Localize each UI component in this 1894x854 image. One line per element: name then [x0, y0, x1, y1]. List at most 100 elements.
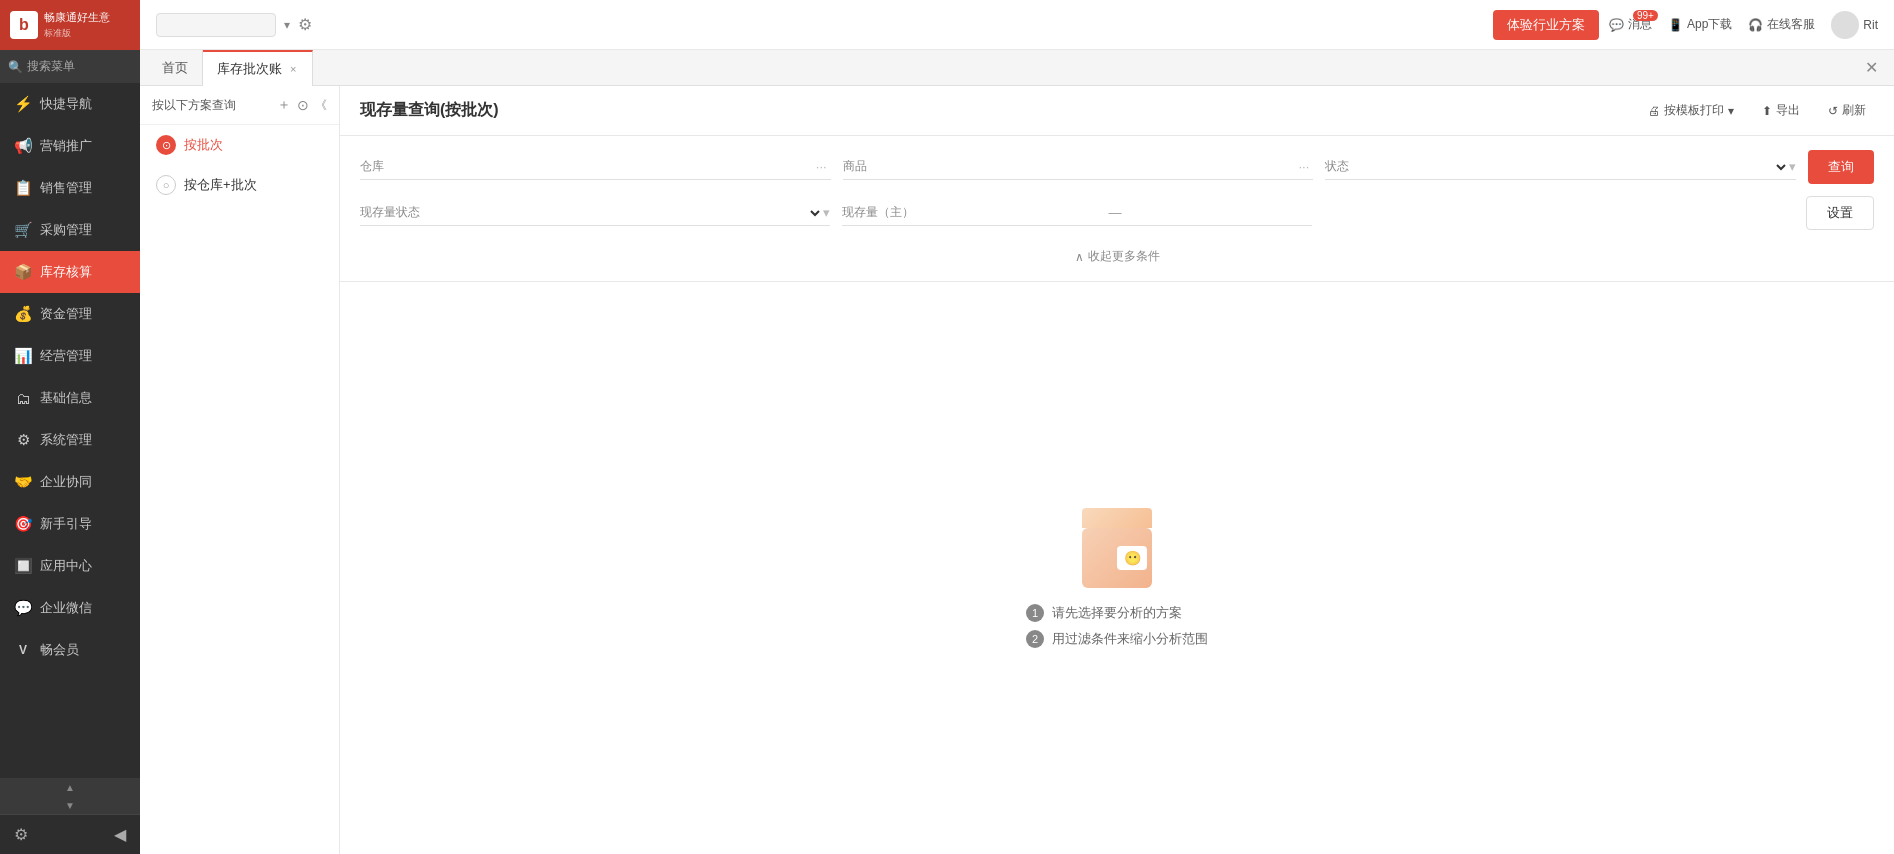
topbar-dropdown-icon[interactable]: ▾: [284, 18, 290, 32]
sidebar-item-label: 新手引导: [40, 515, 92, 533]
online-service-label: 在线客服: [1767, 16, 1815, 33]
settings-btn[interactable]: 设置: [1806, 196, 1874, 230]
status-select[interactable]: [1353, 159, 1789, 175]
newbie-icon: 🎯: [14, 515, 32, 533]
export-btn[interactable]: ⬆ 导出: [1754, 98, 1808, 123]
inventory-qty-container: 现存量（主） —: [842, 200, 1312, 226]
sidebar-item-member[interactable]: V 畅会员: [0, 629, 140, 671]
sidebar-item-apps[interactable]: 🔲 应用中心: [0, 545, 140, 587]
hint-num-1: 1: [1026, 604, 1044, 622]
tab-close-icon[interactable]: ×: [288, 62, 298, 76]
inventory-status-container: 现存量状态 ▾: [360, 200, 830, 226]
inventory-status-field: 现存量状态 ▾: [360, 200, 830, 226]
refresh-btn[interactable]: ↺ 刷新: [1820, 98, 1874, 123]
box-top: [1082, 508, 1152, 528]
empty-hints: 1 请先选择要分析的方案 2 用过滤条件来缩小分析范围: [1026, 604, 1208, 648]
plan-item-by-warehouse-batch[interactable]: ○ 按仓库+批次: [140, 165, 339, 205]
query-btn[interactable]: 查询: [1808, 150, 1874, 184]
base-icon: 🗂: [14, 389, 32, 407]
sidebar-item-enterprise[interactable]: 🤝 企业协同: [0, 461, 140, 503]
app-edition: 标准版: [44, 27, 110, 40]
collapse-icon: ∧: [1075, 250, 1084, 264]
warehouse-input[interactable]: [388, 160, 812, 174]
refresh-label: 刷新: [1842, 102, 1866, 119]
left-panel-header-icons: ＋ ⊙ 《: [277, 96, 327, 114]
tab-area-close-icon[interactable]: ✕: [1857, 58, 1886, 77]
sidebar-item-inventory[interactable]: 📦 库存核算: [0, 251, 140, 293]
goods-label: 商品: [843, 158, 867, 175]
topbar-app-download[interactable]: 📱 App下载: [1668, 16, 1732, 33]
status-dropdown-icon[interactable]: ▾: [1789, 159, 1796, 174]
topbar-right: 💬 消息 99+ 📱 App下载 🎧 在线客服 Rit: [1609, 11, 1878, 39]
page-header: 现存量查询(按批次) 🖨 按模板打印 ▾ ⬆ 导出 ↺ 刷新: [340, 86, 1894, 136]
app-download-label: App下载: [1687, 16, 1732, 33]
warehouse-field: 仓库 ···: [360, 154, 831, 180]
tab-inventory-batch[interactable]: 库存批次账 ×: [203, 50, 313, 86]
topbar-online-service[interactable]: 🎧 在线客服: [1748, 16, 1815, 33]
inventory-qty-label: 现存量（主）: [842, 204, 914, 221]
sidebar-nav: ⚡ 快捷导航 📢 营销推广 📋 销售管理 🛒 采购管理 📦 库存核算 💰 资金管…: [0, 83, 140, 778]
empty-hint-1: 1 请先选择要分析的方案: [1026, 604, 1208, 622]
plan-item-by-batch[interactable]: ⊙ 按批次: [140, 125, 339, 165]
inventory-qty-from-input[interactable]: [918, 206, 1105, 220]
print-btn[interactable]: 🖨 按模板打印 ▾: [1640, 98, 1742, 123]
hint-text-2: 用过滤条件来缩小分析范围: [1052, 630, 1208, 648]
sidebar-scroll-down[interactable]: ▼: [0, 796, 140, 814]
app-logo: b: [10, 11, 38, 39]
print-label: 按模板打印: [1664, 102, 1724, 119]
sidebar-item-wechat[interactable]: 💬 企业微信: [0, 587, 140, 629]
sidebar-item-label: 基础信息: [40, 389, 92, 407]
left-panel-collapse-icon[interactable]: 《: [315, 97, 327, 114]
inventory-status-dropdown-icon[interactable]: ▾: [823, 205, 830, 220]
sidebar-item-sales[interactable]: 📋 销售管理: [0, 167, 140, 209]
sidebar-item-label: 资金管理: [40, 305, 92, 323]
sidebar-item-base[interactable]: 🗂 基础信息: [0, 377, 140, 419]
plan-settings-icon[interactable]: ⊙: [297, 97, 309, 113]
inventory-status-label: 现存量状态: [360, 204, 420, 221]
sidebar-item-label: 库存核算: [40, 263, 92, 281]
goods-input[interactable]: [871, 160, 1295, 174]
topbar-search-input[interactable]: [156, 13, 276, 37]
sidebar-item-purchase[interactable]: 🛒 采购管理: [0, 209, 140, 251]
sidebar-item-marketing[interactable]: 📢 营销推广: [0, 125, 140, 167]
tab-home[interactable]: 首页: [148, 50, 203, 86]
sidebar-search[interactable]: 🔍 搜索菜单: [0, 50, 140, 83]
inventory-status-select[interactable]: [424, 205, 823, 221]
print-dropdown-icon: ▾: [1728, 104, 1734, 118]
warehouse-more-icon[interactable]: ···: [812, 159, 831, 174]
system-icon: ⚙: [14, 431, 32, 449]
sidebar-item-label: 采购管理: [40, 221, 92, 239]
business-icon: 📊: [14, 347, 32, 365]
wechat-icon: 💬: [14, 599, 32, 617]
topbar: ▾ ⚙ 体验行业方案 💬 消息 99+ 📱 App下载 🎧 在线客服 Rit: [140, 0, 1894, 50]
sidebar-item-system[interactable]: ⚙ 系统管理: [0, 419, 140, 461]
right-panel: 现存量查询(按批次) 🖨 按模板打印 ▾ ⬆ 导出 ↺ 刷新: [340, 86, 1894, 854]
left-panel: 按以下方案查询 ＋ ⊙ 《 ⊙ 按批次 ○ 按仓库+批次: [140, 86, 340, 854]
collapse-more-btn[interactable]: ∧ 收起更多条件: [360, 242, 1874, 267]
sidebar-item-finance[interactable]: 💰 资金管理: [0, 293, 140, 335]
trial-btn[interactable]: 体验行业方案: [1493, 10, 1599, 40]
collapse-sidebar-icon[interactable]: ◀: [114, 825, 126, 844]
inventory-qty-to-input[interactable]: [1125, 206, 1312, 220]
page-title: 现存量查询(按批次): [360, 100, 499, 121]
goods-field: 商品 ···: [843, 154, 1314, 180]
box-face: 😶: [1117, 546, 1147, 570]
topbar-gear-icon[interactable]: ⚙: [298, 15, 312, 34]
sidebar-scroll-up[interactable]: ▲: [0, 778, 140, 796]
goods-more-icon[interactable]: ···: [1295, 159, 1314, 174]
topbar-user[interactable]: Rit: [1831, 11, 1878, 39]
sidebar-item-business[interactable]: 📊 经营管理: [0, 335, 140, 377]
sidebar-item-label: 畅会员: [40, 641, 79, 659]
refresh-icon: ↺: [1828, 104, 1838, 118]
topbar-input-area: ▾ ⚙: [156, 13, 1483, 37]
page-header-actions: 🖨 按模板打印 ▾ ⬆ 导出 ↺ 刷新: [1640, 98, 1874, 123]
sidebar-item-shortcut[interactable]: ⚡ 快捷导航: [0, 83, 140, 125]
sidebar-header: b 畅康通好生意 标准版: [0, 0, 140, 50]
settings-footer-icon[interactable]: ⚙: [14, 825, 28, 844]
topbar-message[interactable]: 💬 消息 99+: [1609, 16, 1652, 33]
add-plan-icon[interactable]: ＋: [277, 96, 291, 114]
search-label: 搜索菜单: [27, 58, 75, 75]
sidebar-item-newbie[interactable]: 🎯 新手引导: [0, 503, 140, 545]
tab-active-label: 库存批次账: [217, 60, 282, 78]
member-icon: V: [14, 641, 32, 659]
